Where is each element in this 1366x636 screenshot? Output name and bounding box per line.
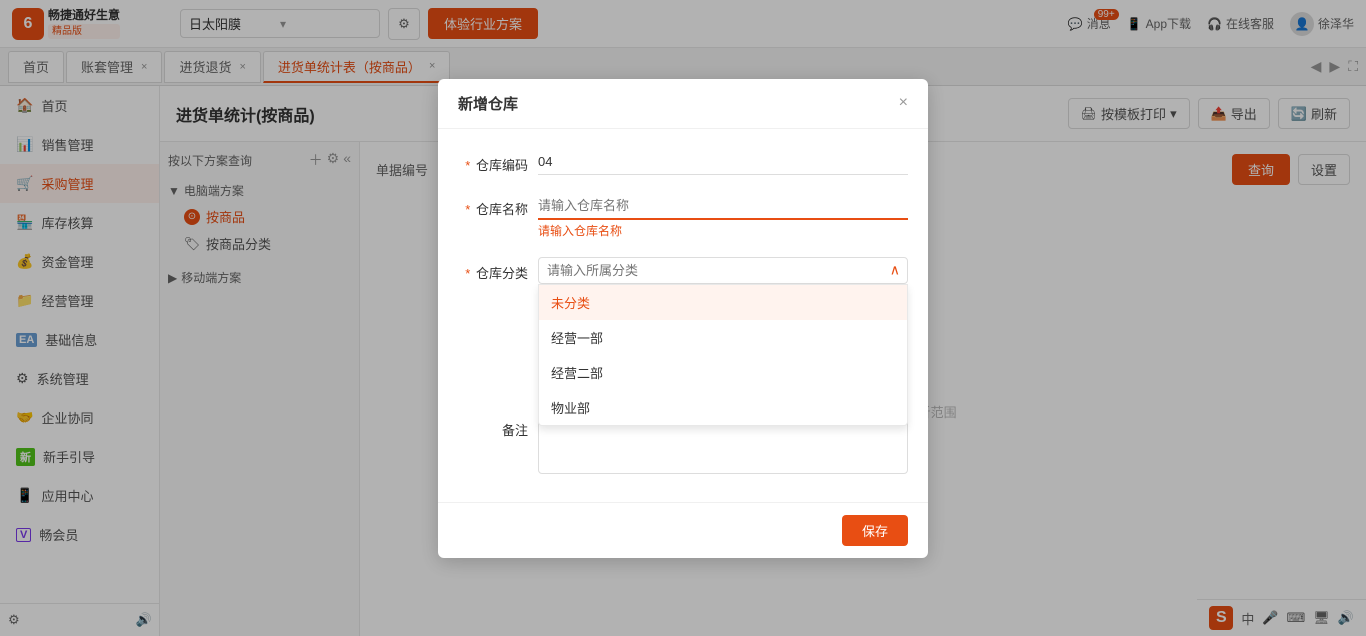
form-row-category: * 仓库分类 ∧ 未分类 经营一部 经营二 (458, 257, 908, 284)
name-required-star: * (465, 202, 470, 217)
name-input-wrap: 请输入仓库名称 (538, 193, 908, 239)
note-label-text: 备注 (502, 423, 528, 438)
name-input[interactable] (538, 193, 908, 220)
form-row-name: * 仓库名称 请输入仓库名称 (458, 193, 908, 239)
code-required-star: * (465, 158, 470, 173)
code-label-text: 仓库编码 (476, 158, 528, 173)
category-label-text: 仓库分类 (476, 266, 528, 281)
category-required-star: * (465, 266, 470, 281)
form-row-code: * 仓库编码 (458, 149, 908, 175)
code-input[interactable] (538, 149, 908, 175)
code-label: * 仓库编码 (458, 149, 538, 174)
name-error-msg: 请输入仓库名称 (538, 222, 908, 239)
dropdown-item-dept2[interactable]: 经营二部 (539, 355, 907, 390)
dropdown-item-dept1[interactable]: 经营一部 (539, 320, 907, 355)
modal-header: 新增仓库 × (438, 79, 928, 129)
modal-body: * 仓库编码 * 仓库名称 请输入仓库名称 (438, 129, 928, 502)
dropdown-item-property[interactable]: 物业部 (539, 390, 907, 425)
dropdown-item-uncategorized[interactable]: 未分类 (539, 285, 907, 320)
category-dropdown: 未分类 经营一部 经营二部 物业部 (538, 284, 908, 426)
category-arrow-icon: ∧ (890, 262, 900, 279)
category-select-wrap: ∧ 未分类 经营一部 经营二部 物业部 (538, 257, 908, 284)
modal: 新增仓库 × * 仓库编码 * 仓库名称 (438, 79, 928, 558)
note-label: 备注 (458, 414, 538, 439)
dropdown-item-uncategorized-label: 未分类 (551, 296, 590, 311)
name-label-text: 仓库名称 (476, 202, 528, 217)
modal-footer: 保存 (438, 502, 928, 558)
category-input[interactable] (538, 257, 908, 284)
modal-backdrop[interactable]: 新增仓库 × * 仓库编码 * 仓库名称 (0, 0, 1366, 636)
dropdown-item-property-label: 物业部 (551, 401, 590, 416)
modal-close-btn[interactable]: × (899, 94, 908, 112)
save-btn[interactable]: 保存 (842, 515, 908, 546)
dropdown-item-dept2-label: 经营二部 (551, 366, 603, 381)
dropdown-item-dept1-label: 经营一部 (551, 331, 603, 346)
name-label: * 仓库名称 (458, 193, 538, 218)
form-row-name-inner: * 仓库名称 请输入仓库名称 (458, 193, 908, 239)
modal-title: 新增仓库 (458, 93, 518, 114)
category-label: * 仓库分类 (458, 257, 538, 282)
